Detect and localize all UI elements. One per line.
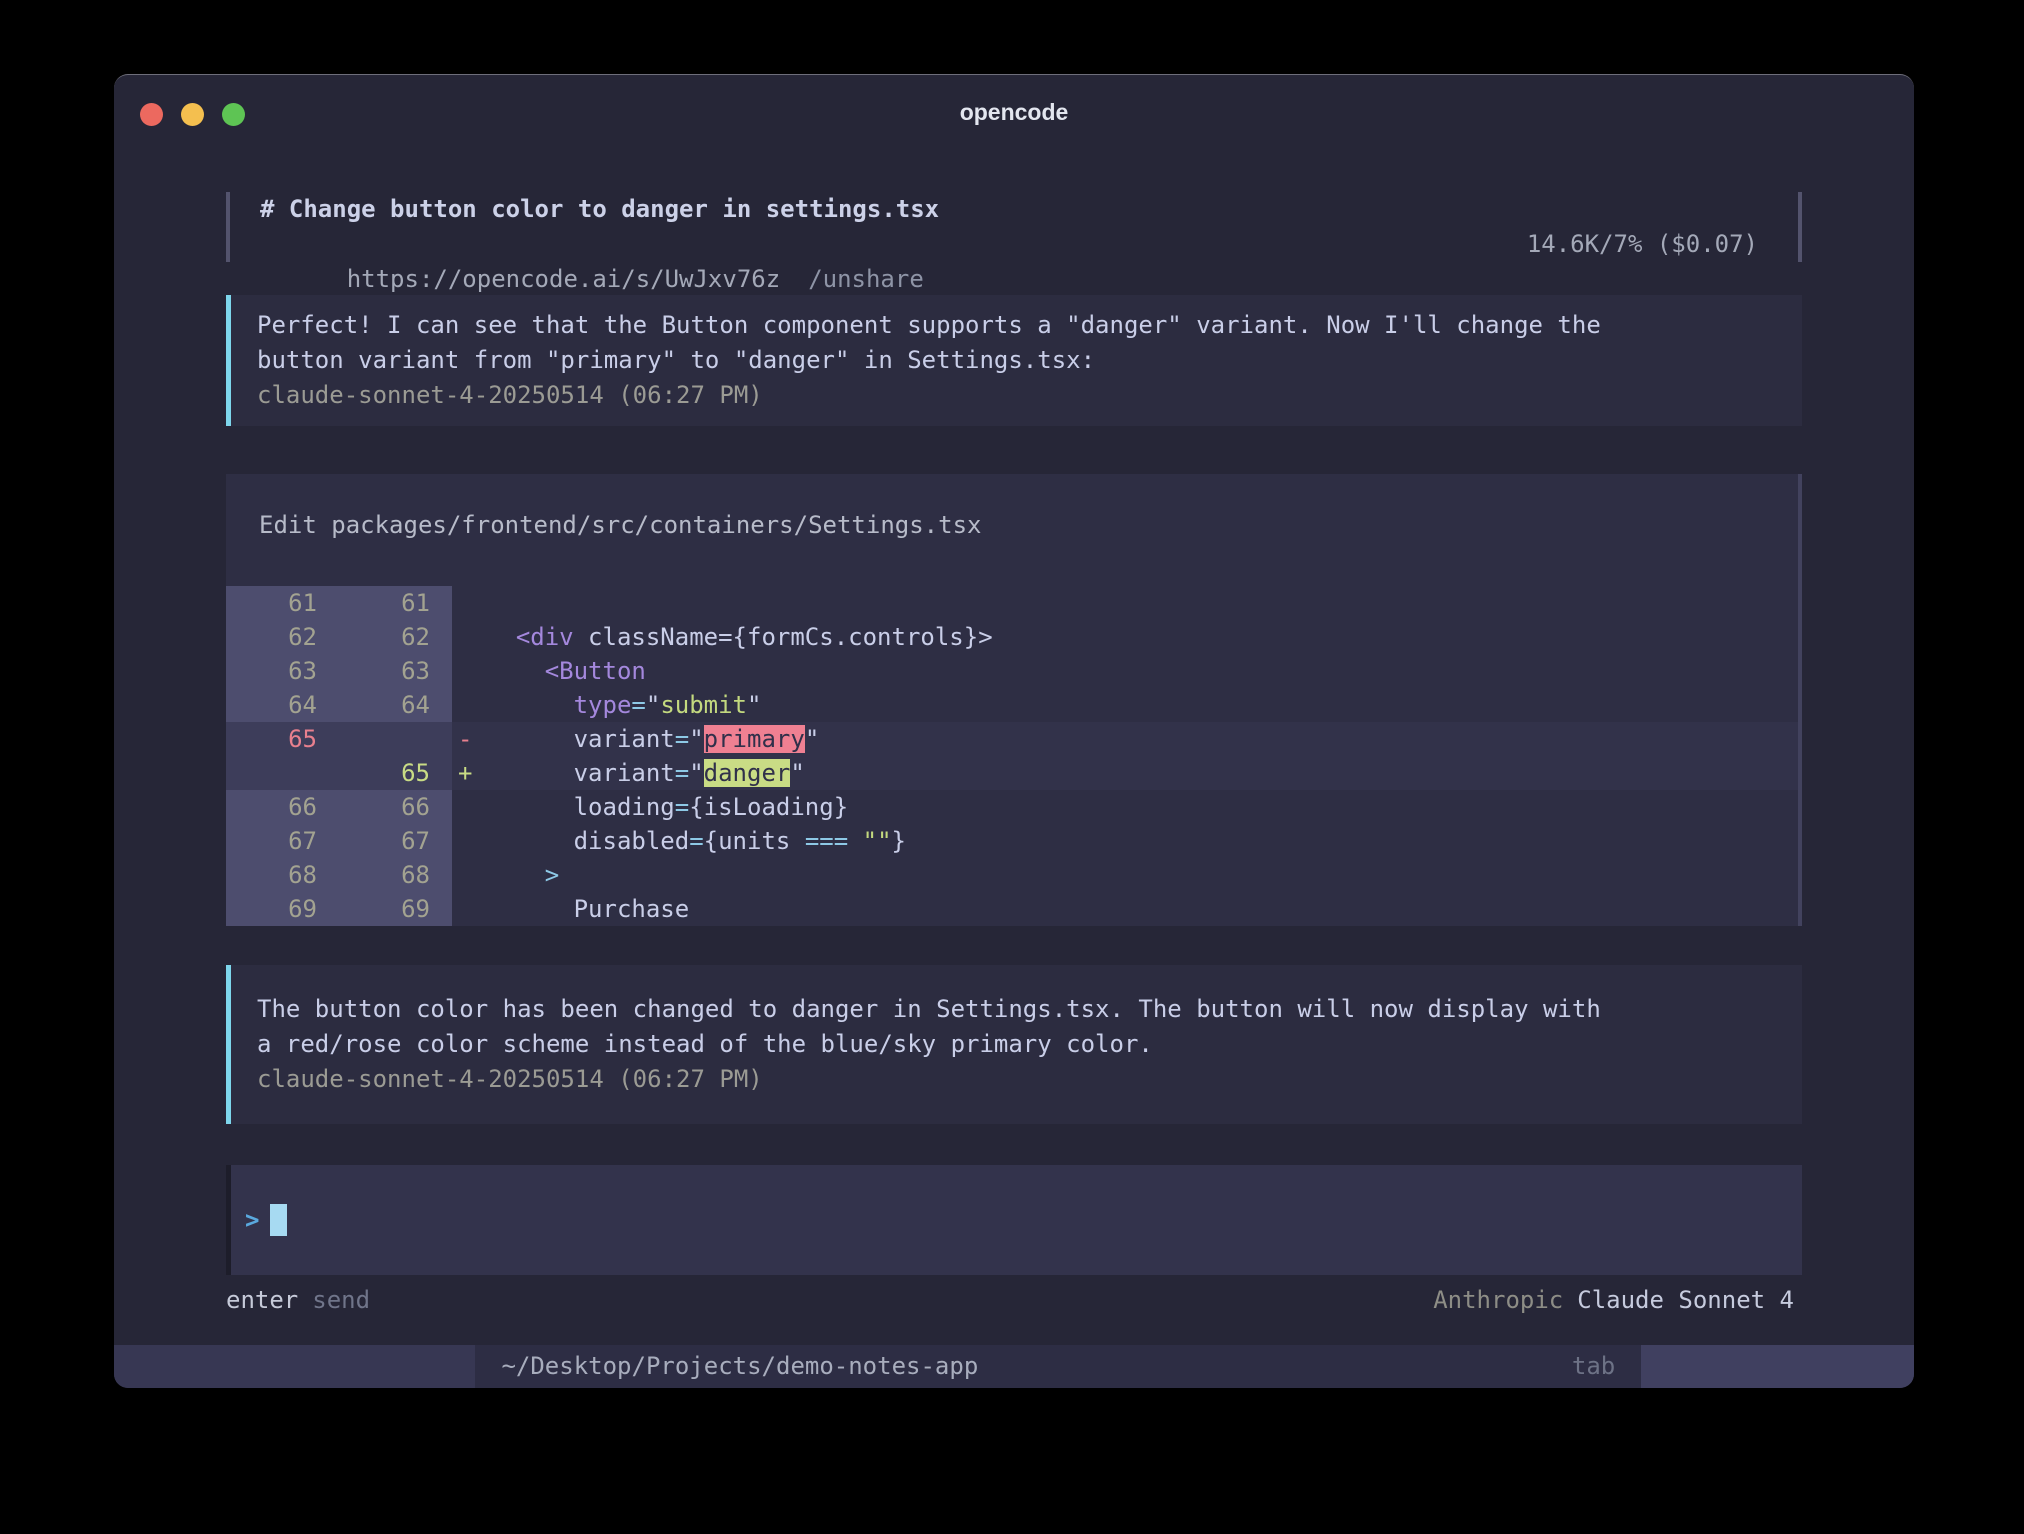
prompt-symbol: > [245,1206,259,1234]
assistant-message: Perfect! I can see that the Button compo… [226,295,1802,426]
diff-row: 6666 loading={isLoading} [226,790,1798,824]
diff-row: 6262 <div className={formCs.controls}> [226,620,1798,654]
diff-row: 6161 [226,586,1798,620]
message-line: The button color has been changed to dan… [257,992,1802,1027]
send-label: send [312,1286,370,1314]
opencode-window: opencode # Change button color to danger… [114,74,1914,1388]
hint-row: enter send Anthropic Claude Sonnet 4 [226,1283,1802,1318]
diff-row: 6868 > [226,858,1798,892]
message-meta: claude-sonnet-4-20250514 (06:27 PM) [257,1062,1802,1097]
share-header: # Change button color to danger in setti… [226,192,1802,262]
edit-file-path: Edit packages/frontend/src/containers/Se… [226,508,1798,543]
provider-label: Anthropic [1433,1286,1563,1314]
message-meta: claude-sonnet-4-20250514 (06:27 PM) [257,378,1802,413]
diff-row: 65- variant="primary" [226,722,1798,756]
model-label: Claude Sonnet 4 [1577,1286,1794,1314]
diff-row: 6363 <Button [226,654,1798,688]
unshare-command[interactable]: /unshare [808,265,924,293]
share-url[interactable]: https://opencode.ai/s/UwJxv76z [347,265,780,293]
message-line: a red/rose color scheme instead of the b… [257,1027,1802,1062]
session-title: # Change button color to danger in setti… [260,192,1798,227]
send-hint: enter send [226,1283,370,1318]
diff-row: 6969 Purchase [226,892,1798,926]
status-bar: opencodev0.3.11 ~/Desktop/Projects/demo-… [114,1345,1914,1388]
window-title: opencode [114,99,1914,126]
working-directory: ~/Desktop/Projects/demo-notes-app [501,1345,1571,1388]
assistant-message: The button color has been changed to dan… [226,965,1802,1124]
model-indicator: Anthropic Claude Sonnet 4 [1433,1283,1794,1318]
tab-key-hint[interactable]: tab [1572,1345,1615,1388]
enter-key-hint: enter [226,1286,298,1314]
edit-tool-block: Edit packages/frontend/src/containers/Se… [226,474,1802,926]
diff-row: 6464 type="submit" [226,688,1798,722]
message-line: button variant from "primary" to "danger… [257,343,1802,378]
diff-row: 6767 disabled={units === ""} [226,824,1798,858]
diff-row: 65+ variant="danger" [226,756,1798,790]
diff-body: 6161 6262 <div className={formCs.control… [226,586,1798,926]
title-bar: opencode [114,75,1914,149]
mode-segment[interactable]: BUILDMODE [1641,1345,1914,1388]
app-version-segment: opencodev0.3.11 [114,1345,475,1388]
message-line: Perfect! I can see that the Button compo… [257,308,1802,343]
token-stats: 14.6K/7% ($0.07) [1527,227,1758,262]
text-cursor [270,1204,287,1236]
prompt-input[interactable]: > [226,1165,1802,1275]
